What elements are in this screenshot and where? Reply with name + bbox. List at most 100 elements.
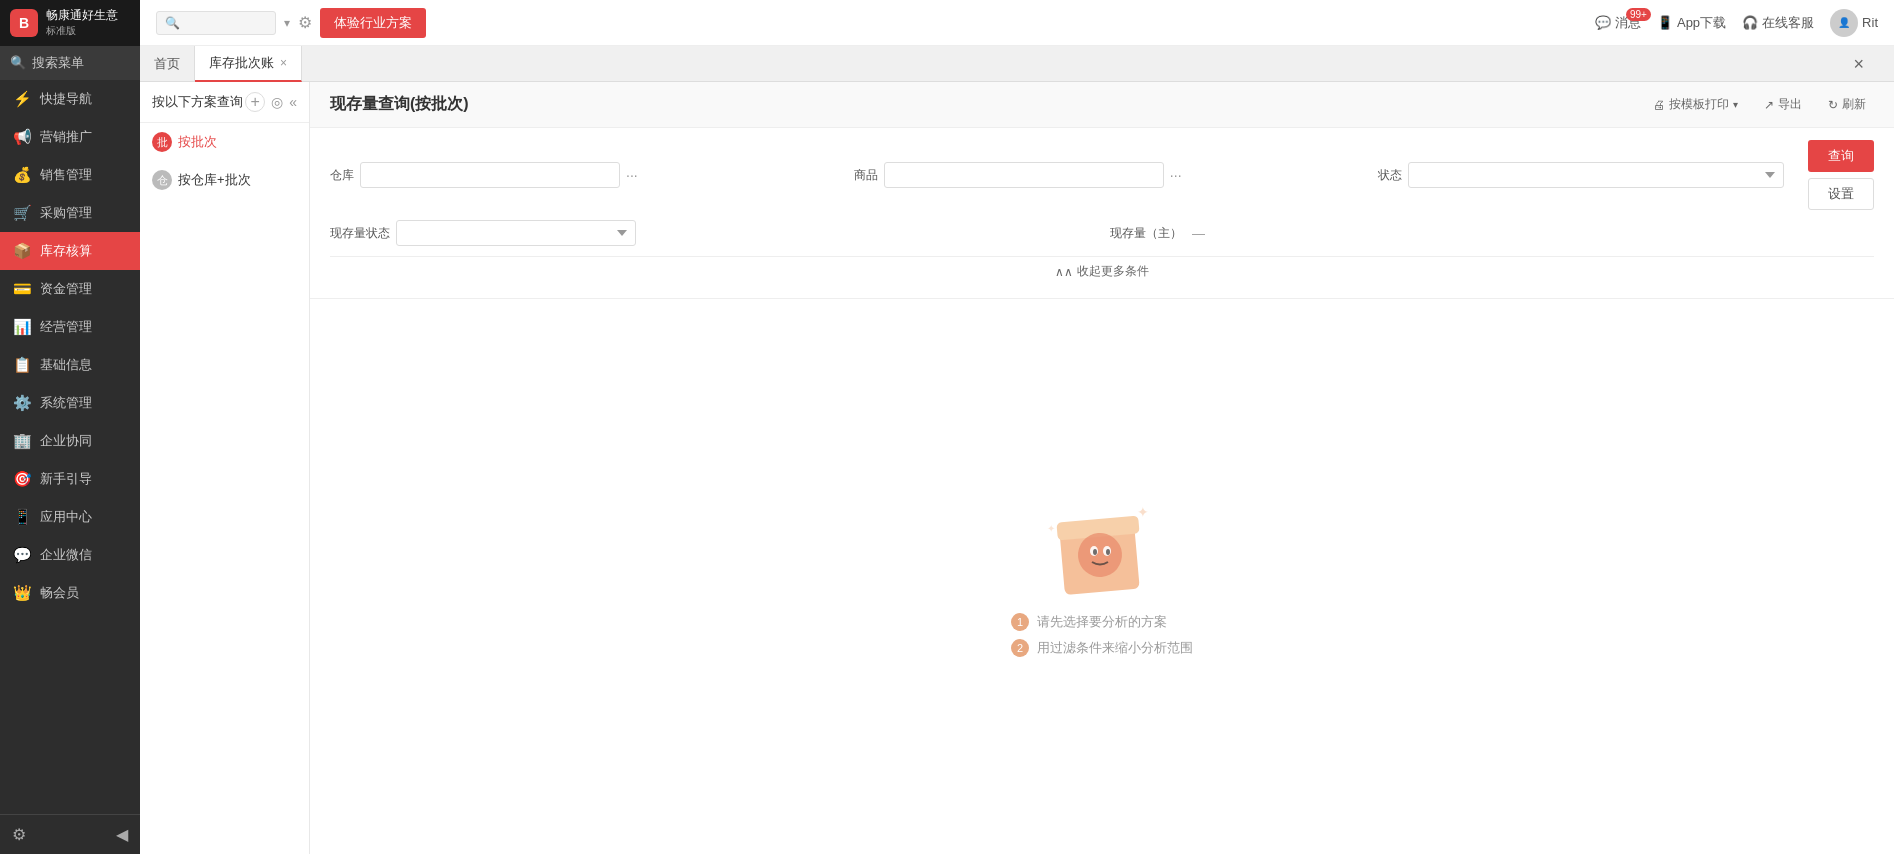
- add-scheme-icon[interactable]: +: [245, 92, 265, 112]
- scheme-by-warehouse-batch-label: 按仓库+批次: [178, 171, 251, 189]
- left-panel-actions: + ◎ «: [245, 92, 297, 112]
- user-avatar-button[interactable]: 👤 Rit: [1830, 9, 1878, 37]
- svg-point-5: [1093, 549, 1097, 555]
- tab-batch-account-label: 库存批次账: [209, 54, 274, 72]
- export-button[interactable]: ↗ 导出: [1756, 92, 1810, 117]
- filter-inventory-status: 现存量状态: [330, 220, 1094, 246]
- tab-batch-account-close-icon[interactable]: ×: [280, 56, 287, 70]
- topbar-search-box[interactable]: 🔍: [156, 11, 276, 35]
- scheme-by-batch-label: 按批次: [178, 133, 217, 151]
- svg-text:✦: ✦: [1137, 504, 1149, 520]
- purchase-label: 采购管理: [40, 204, 92, 222]
- search-icon: 🔍: [10, 55, 26, 70]
- message-badge: 99+: [1626, 8, 1651, 21]
- online-service-button[interactable]: 🎧 在线客服: [1742, 14, 1814, 32]
- tab-panel-close-icon[interactable]: ×: [1853, 53, 1864, 74]
- topbar-right: 💬 消息 99+ 📱 App下载 🎧 在线客服 👤 Rit: [1595, 9, 1878, 37]
- scheme-by-batch-icon: 批: [152, 132, 172, 152]
- print-template-button[interactable]: 🖨 按模板打印 ▾: [1645, 92, 1746, 117]
- system-label: 系统管理: [40, 394, 92, 412]
- sidebar-item-purchase[interactable]: 🛒 采购管理: [0, 194, 140, 232]
- finance-icon: 💳: [12, 280, 32, 298]
- page-content: 按以下方案查询 + ◎ « 批 按批次 仓 按仓库+批次 现存量查询(按批次): [140, 82, 1894, 854]
- message-icon: 💬: [1595, 15, 1611, 30]
- settings-footer-icon[interactable]: ⚙: [12, 825, 26, 844]
- print-icon: 🖨: [1653, 98, 1665, 112]
- empty-hint-1: 1 请先选择要分析的方案: [1011, 613, 1193, 631]
- refresh-button[interactable]: ↻ 刷新: [1820, 92, 1874, 117]
- collapse-left-panel-icon[interactable]: «: [289, 94, 297, 110]
- status-filter-label: 状态: [1378, 167, 1402, 184]
- app-download-label: App下载: [1677, 14, 1726, 32]
- refresh-icon: ↻: [1828, 98, 1838, 112]
- collapse-sidebar-icon[interactable]: ◀: [116, 825, 128, 844]
- sidebar-item-inventory[interactable]: 📦 库存核算: [0, 232, 140, 270]
- sidebar: B 畅康通好生意 标准版 🔍 搜索菜单 ⚡ 快捷导航 📢 营销推广 💰 销售管理…: [0, 0, 140, 854]
- tab-home[interactable]: 首页: [140, 46, 195, 82]
- app-logo: B: [10, 9, 38, 37]
- sidebar-item-basic[interactable]: 📋 基础信息: [0, 346, 140, 384]
- user-name: Rit: [1862, 15, 1878, 30]
- sidebar-item-operations[interactable]: 📊 经营管理: [0, 308, 140, 346]
- collapse-more-conditions-button[interactable]: ∧∧ 收起更多条件: [330, 256, 1874, 286]
- sidebar-item-quick-nav[interactable]: ⚡ 快捷导航: [0, 80, 140, 118]
- quick-nav-label: 快捷导航: [40, 90, 92, 108]
- inventory-label: 库存核算: [40, 242, 92, 260]
- hint-2-num: 2: [1011, 639, 1029, 657]
- experience-btn[interactable]: 体验行业方案: [320, 8, 426, 38]
- svg-point-6: [1106, 549, 1110, 555]
- sidebar-item-guide[interactable]: 🎯 新手引导: [0, 460, 140, 498]
- app-download-button[interactable]: 📱 App下载: [1657, 14, 1726, 32]
- sidebar-item-member[interactable]: 👑 畅会员: [0, 574, 140, 612]
- sidebar-item-wechat[interactable]: 💬 企业微信: [0, 536, 140, 574]
- company-name: 畅康通好生意: [46, 8, 118, 24]
- sidebar-item-system[interactable]: ⚙️ 系统管理: [0, 384, 140, 422]
- scheme-item-by-warehouse-batch[interactable]: 仓 按仓库+批次: [140, 161, 309, 199]
- operations-label: 经营管理: [40, 318, 92, 336]
- topbar-chevron-down-icon[interactable]: ▾: [284, 16, 290, 30]
- empty-hints: 1 请先选择要分析的方案 2 用过滤条件来缩小分析范围: [1011, 613, 1193, 657]
- app-edition: 标准版: [46, 24, 118, 38]
- filter-row-2: 现存量状态 现存量（主） —: [330, 220, 1874, 246]
- avatar-text: 👤: [1838, 17, 1850, 28]
- member-icon: 👑: [12, 584, 32, 602]
- app-center-icon: 📱: [12, 508, 32, 526]
- wechat-icon: 💬: [12, 546, 32, 564]
- topbar-gear-icon[interactable]: ⚙: [298, 13, 312, 32]
- sidebar-item-enterprise[interactable]: 🏢 企业协同: [0, 422, 140, 460]
- main-area: 🔍 ▾ ⚙ 体验行业方案 💬 消息 99+ 📱 App下载 🎧 在线客服: [140, 0, 1894, 854]
- status-filter-select[interactable]: [1408, 162, 1784, 188]
- message-button[interactable]: 💬 消息 99+: [1595, 14, 1641, 32]
- settings-button[interactable]: 设置: [1808, 178, 1874, 210]
- topbar-left: 🔍 ▾ ⚙ 体验行业方案: [156, 8, 1587, 38]
- company-info: 畅康通好生意 标准版: [46, 8, 118, 38]
- hint-1-num: 1: [1011, 613, 1029, 631]
- inventory-qty-dash: —: [1188, 226, 1209, 241]
- left-panel-title: 按以下方案查询: [152, 93, 243, 111]
- sidebar-item-finance[interactable]: 💳 资金管理: [0, 270, 140, 308]
- tabbar: 首页 库存批次账 × ×: [140, 46, 1894, 82]
- query-button[interactable]: 查询: [1808, 140, 1874, 172]
- warehouse-more-icon[interactable]: ···: [626, 167, 638, 183]
- sidebar-header: B 畅康通好生意 标准版: [0, 0, 140, 46]
- inventory-status-select[interactable]: [396, 220, 636, 246]
- warehouse-filter-input[interactable]: [360, 162, 620, 188]
- page-title: 现存量查询(按批次): [330, 94, 469, 115]
- search-menu-button[interactable]: 🔍 搜索菜单: [0, 46, 140, 80]
- scheme-item-by-batch[interactable]: 批 按批次: [140, 123, 309, 161]
- sidebar-item-sales[interactable]: 💰 销售管理: [0, 156, 140, 194]
- sidebar-item-app-center[interactable]: 📱 应用中心: [0, 498, 140, 536]
- tab-batch-account[interactable]: 库存批次账 ×: [195, 46, 302, 82]
- sidebar-item-marketing[interactable]: 📢 营销推广: [0, 118, 140, 156]
- sales-icon: 💰: [12, 166, 32, 184]
- right-panel: 现存量查询(按批次) 🖨 按模板打印 ▾ ↗ 导出 ↻ 刷新: [310, 82, 1894, 854]
- scheme-settings-icon[interactable]: ◎: [271, 94, 283, 110]
- online-service-label: 在线客服: [1762, 14, 1814, 32]
- headset-icon: 🎧: [1742, 15, 1758, 30]
- sidebar-footer: ⚙ ◀: [0, 814, 140, 854]
- product-filter-input[interactable]: [884, 162, 1164, 188]
- filter-inventory-qty: 现存量（主） —: [1110, 225, 1874, 242]
- empty-hint-2: 2 用过滤条件来缩小分析范围: [1011, 639, 1193, 657]
- purchase-icon: 🛒: [12, 204, 32, 222]
- product-more-icon[interactable]: ···: [1170, 167, 1182, 183]
